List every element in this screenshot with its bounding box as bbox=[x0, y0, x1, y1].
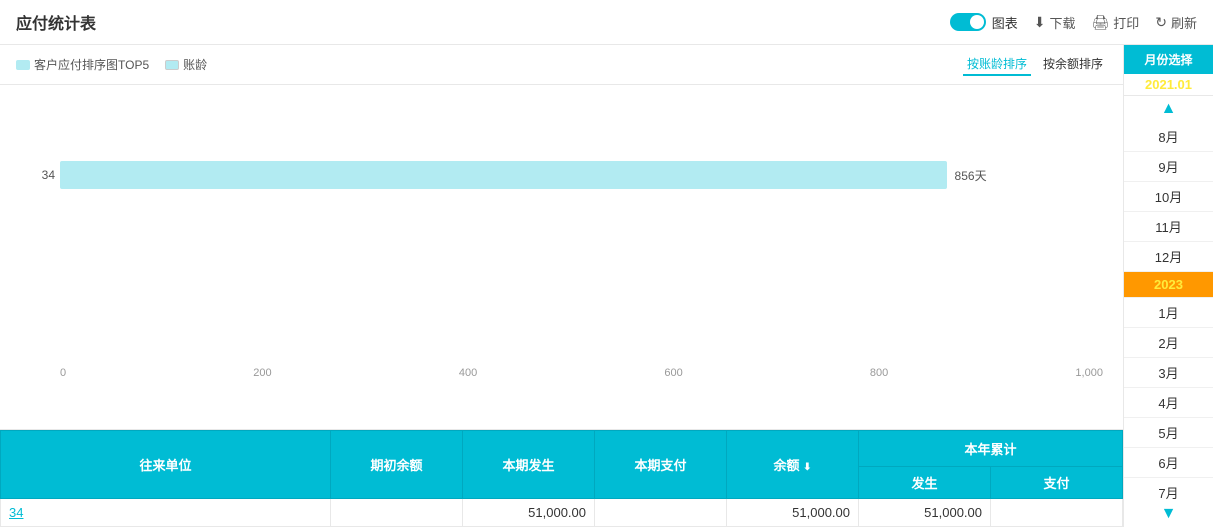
sidebar-month-5[interactable]: 5月 bbox=[1124, 418, 1213, 448]
download-icon: ⬇ bbox=[1034, 14, 1046, 31]
sidebar-up-btn[interactable]: ▲ bbox=[1124, 96, 1213, 122]
sidebar-month-8[interactable]: 8月 bbox=[1124, 122, 1213, 152]
balance-icon: ⬇ bbox=[803, 462, 811, 473]
th-year-occur: 发生 bbox=[859, 467, 991, 499]
refresh-icon: ↻ bbox=[1155, 14, 1167, 31]
legend-item-2: 账龄 bbox=[165, 56, 207, 73]
chart-canvas: 34 856天 0 200 400 600 800 1,000 bbox=[0, 85, 1123, 429]
th-current-occur: 本期发生 bbox=[463, 431, 595, 499]
cell-year-occur-0: 51,000.00 bbox=[859, 499, 991, 527]
th-period-balance: 期初余额 bbox=[331, 431, 463, 499]
chart-legend: 客户应付排序图TOP5 账龄 bbox=[16, 56, 207, 73]
th-current-pay: 本期支付 bbox=[595, 431, 727, 499]
xaxis-label-1: 200 bbox=[253, 367, 271, 379]
sidebar-current-display: 2021.01 bbox=[1124, 74, 1213, 96]
sidebar-month-3[interactable]: 3月 bbox=[1124, 358, 1213, 388]
download-label: 下载 bbox=[1049, 13, 1075, 32]
chart-bar-area: 34 856天 bbox=[60, 155, 1103, 355]
sidebar-header: 月份选择 bbox=[1124, 45, 1213, 74]
legend-dot-1 bbox=[16, 60, 30, 70]
th-unit: 往来单位 bbox=[1, 431, 331, 499]
th-year-total: 本年累计 bbox=[859, 431, 1123, 467]
chart-toggle-label: 图表 bbox=[992, 13, 1018, 32]
sidebar-down-btn[interactable]: ▼ bbox=[1124, 501, 1213, 527]
sidebar-month-2[interactable]: 2月 bbox=[1124, 328, 1213, 358]
chart-bar-value-0: 856天 bbox=[955, 167, 987, 184]
sidebar-month-9[interactable]: 9月 bbox=[1124, 152, 1213, 182]
chart-row-0: 34 856天 bbox=[60, 155, 1103, 195]
sidebar: 月份选择 2021.01 ▲ 8月 9月 10月 11月 12月 2023 1月… bbox=[1123, 45, 1213, 527]
sidebar-month-10[interactable]: 10月 bbox=[1124, 182, 1213, 212]
cell-year-pay-0 bbox=[991, 499, 1123, 527]
download-button[interactable]: ⬇ 下载 bbox=[1034, 13, 1076, 32]
xaxis-label-3: 600 bbox=[664, 367, 682, 379]
sidebar-month-4[interactable]: 4月 bbox=[1124, 388, 1213, 418]
chart-toggle[interactable] bbox=[950, 13, 986, 31]
print-icon: 🖨 bbox=[1091, 14, 1109, 31]
legend-item-1: 客户应付排序图TOP5 bbox=[16, 56, 149, 73]
sort-by-balance-btn[interactable]: 按账龄排序 bbox=[963, 53, 1031, 76]
refresh-button[interactable]: ↻ 刷新 bbox=[1155, 13, 1197, 32]
cell-balance-0: 51,000.00 bbox=[727, 499, 859, 527]
xaxis-label-5: 1,000 bbox=[1075, 367, 1103, 379]
print-label: 打印 bbox=[1113, 13, 1139, 32]
chart-sort: 按账龄排序 按余额排序 bbox=[963, 53, 1107, 76]
chart-xaxis: 0 200 400 600 800 1,000 bbox=[60, 363, 1103, 383]
page-title: 应付统计表 bbox=[16, 10, 96, 34]
chart-row-label-0: 34 bbox=[10, 168, 55, 182]
refresh-label: 刷新 bbox=[1171, 13, 1197, 32]
xaxis-label-0: 0 bbox=[60, 367, 66, 379]
sidebar-month-6[interactable]: 6月 bbox=[1124, 448, 1213, 478]
data-table: 往来单位 期初余额 本期发生 本期支付 余额 ⬇ 本年累计 发生 支付 bbox=[0, 430, 1123, 527]
sidebar-year-marker: 2023 bbox=[1124, 272, 1213, 298]
sort-by-amount-btn[interactable]: 按余额排序 bbox=[1039, 53, 1107, 76]
cell-period-0 bbox=[331, 499, 463, 527]
sidebar-month-1[interactable]: 1月 bbox=[1124, 298, 1213, 328]
xaxis-label-2: 400 bbox=[459, 367, 477, 379]
th-balance: 余额 ⬇ bbox=[727, 431, 859, 499]
xaxis-label-4: 800 bbox=[870, 367, 888, 379]
sidebar-month-7[interactable]: 7月 bbox=[1124, 478, 1213, 501]
sidebar-months: 8月 9月 10月 11月 12月 2023 1月 2月 3月 4月 5月 6月… bbox=[1124, 122, 1213, 501]
cell-pay-0 bbox=[595, 499, 727, 527]
sidebar-month-12[interactable]: 12月 bbox=[1124, 242, 1213, 272]
legend-label-1: 客户应付排序图TOP5 bbox=[34, 56, 149, 73]
legend-label-2: 账龄 bbox=[183, 56, 207, 73]
sidebar-month-11[interactable]: 11月 bbox=[1124, 212, 1213, 242]
table-section: 往来单位 期初余额 本期发生 本期支付 余额 ⬇ 本年累计 发生 支付 bbox=[0, 429, 1123, 527]
th-year-pay: 支付 bbox=[991, 467, 1123, 499]
legend-dot-2 bbox=[165, 60, 179, 70]
table-row: 34 51,000.00 51,000.00 51,000.00 bbox=[1, 499, 1123, 527]
print-button[interactable]: 🖨 打印 bbox=[1091, 13, 1139, 32]
chart-bar-0 bbox=[60, 161, 947, 189]
cell-occur-0: 51,000.00 bbox=[463, 499, 595, 527]
header-actions: 图表 ⬇ 下载 🖨 打印 ↻ 刷新 bbox=[950, 13, 1197, 32]
cell-unit-0[interactable]: 34 bbox=[1, 499, 331, 527]
chart-toggle-wrap[interactable]: 图表 bbox=[950, 13, 1018, 32]
